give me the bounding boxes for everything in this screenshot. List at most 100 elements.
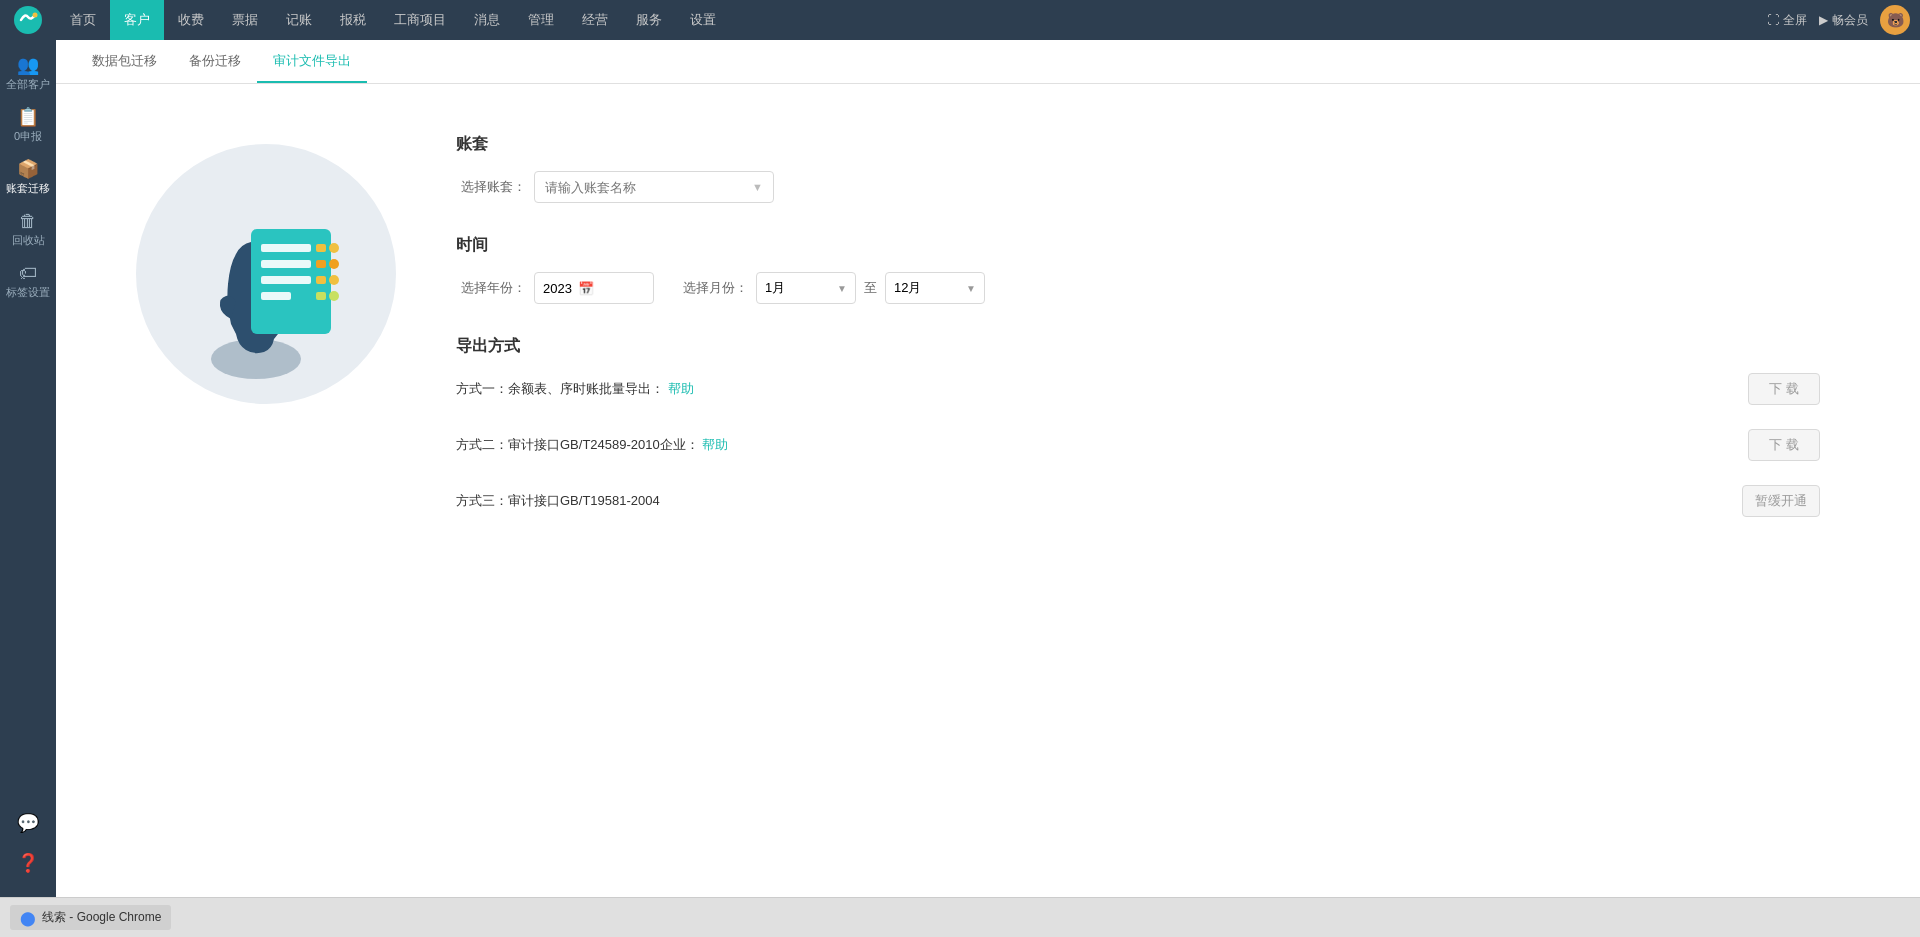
svg-rect-6 bbox=[261, 276, 311, 284]
year-value: 2023 bbox=[543, 281, 572, 296]
month-from-value: 1月 bbox=[765, 279, 785, 297]
export-section-title: 导出方式 bbox=[456, 336, 1820, 357]
export-method-2-label: 方式二：审计接口GB/T24589-2010企业： 帮助 bbox=[456, 436, 1732, 454]
fullscreen-button[interactable]: ⛶ 全屏 bbox=[1767, 12, 1807, 29]
export-method-2-help[interactable]: 帮助 bbox=[702, 437, 728, 452]
svg-rect-11 bbox=[316, 292, 326, 300]
export-method-2-row: 方式二：审计接口GB/T24589-2010企业： 帮助 下 载 bbox=[456, 429, 1820, 461]
video-icon: ▶ bbox=[1819, 13, 1828, 27]
export-method-3-row: 方式三：审计接口GB/T19581-2004 暂缓开通 bbox=[456, 485, 1820, 517]
nav-home[interactable]: 首页 bbox=[56, 0, 110, 40]
month-label: 选择月份： bbox=[678, 279, 748, 297]
svg-rect-8 bbox=[316, 244, 326, 252]
nav-invoice[interactable]: 票据 bbox=[218, 0, 272, 40]
time-select-row: 选择年份： 2023 📅 选择月份： 1月 ▼ 至 12月 ▼ bbox=[456, 272, 1820, 304]
taskbar-chrome-item[interactable]: ⬤ 线索 - Google Chrome bbox=[10, 905, 171, 930]
nav-accounting[interactable]: 记账 bbox=[272, 0, 326, 40]
year-label: 选择年份： bbox=[456, 279, 526, 297]
illustration-circle bbox=[136, 144, 396, 404]
svg-point-13 bbox=[329, 259, 339, 269]
help-icon-button[interactable]: ❓ bbox=[0, 845, 56, 881]
svg-point-1 bbox=[33, 13, 38, 18]
fullscreen-label: 全屏 bbox=[1783, 12, 1807, 29]
nav-manage[interactable]: 管理 bbox=[514, 0, 568, 40]
migration-icon: 📦 bbox=[17, 160, 39, 178]
nav-tax[interactable]: 报税 bbox=[326, 0, 380, 40]
export-method-3-label: 方式三：审计接口GB/T19581-2004 bbox=[456, 492, 1726, 510]
export-method-1-label: 方式一：余额表、序时账批量导出： 帮助 bbox=[456, 380, 1732, 398]
svg-rect-10 bbox=[316, 276, 326, 284]
account-select-row: 选择账套： ▼ bbox=[456, 171, 1820, 203]
sidebar-label-declare: 0申报 bbox=[14, 129, 42, 144]
nav-operation[interactable]: 经营 bbox=[568, 0, 622, 40]
svg-rect-7 bbox=[261, 292, 291, 300]
export-method-1-help[interactable]: 帮助 bbox=[668, 381, 694, 396]
taskbar-chrome-label: 线索 - Google Chrome bbox=[42, 909, 161, 926]
svg-rect-5 bbox=[261, 260, 311, 268]
nav-message[interactable]: 消息 bbox=[460, 0, 514, 40]
nav-customer[interactable]: 客户 bbox=[110, 0, 164, 40]
svg-rect-4 bbox=[261, 244, 311, 252]
sidebar-bottom: 💬 ❓ bbox=[0, 805, 56, 897]
tab-audit-export[interactable]: 审计文件导出 bbox=[257, 40, 367, 83]
content-area: 数据包迁移 备份迁移 审计文件导出 bbox=[56, 40, 1920, 897]
account-section-title: 账套 bbox=[456, 134, 1820, 155]
form-area: 账套 选择账套： ▼ 时间 选择年份： 2023 📅 bbox=[416, 124, 1860, 857]
tabs-bar: 数据包迁移 备份迁移 审计文件导出 bbox=[56, 40, 1920, 84]
sidebar-item-all-customers[interactable]: 👥 全部客户 bbox=[0, 48, 56, 100]
export-method-1-row: 方式一：余额表、序时账批量导出： 帮助 下 载 bbox=[456, 373, 1820, 405]
account-input[interactable]: ▼ bbox=[534, 171, 774, 203]
month-from-select[interactable]: 1月 ▼ bbox=[756, 272, 856, 304]
main-layout: 👥 全部客户 📋 0申报 📦 账套迁移 🗑 回收站 🏷 标签设置 💬 ❓ 数据包… bbox=[0, 40, 1920, 897]
chat-icon-button[interactable]: 💬 bbox=[0, 805, 56, 841]
account-label: 选择账套： bbox=[456, 178, 526, 196]
export-method-3-coming-soon-button[interactable]: 暂缓开通 bbox=[1742, 485, 1820, 517]
sidebar-item-account-migration[interactable]: 📦 账套迁移 bbox=[0, 152, 56, 204]
fullscreen-icon: ⛶ bbox=[1767, 13, 1779, 27]
month-to-arrow: ▼ bbox=[966, 283, 976, 294]
nav-items: 首页 客户 收费 票据 记账 报税 工商项目 消息 管理 经营 服务 设置 bbox=[56, 0, 1767, 40]
customers-icon: 👥 bbox=[17, 56, 39, 74]
export-method-2-download-button[interactable]: 下 载 bbox=[1748, 429, 1820, 461]
svg-point-15 bbox=[329, 291, 339, 301]
sidebar-label-tag: 标签设置 bbox=[6, 285, 50, 300]
illustration-svg bbox=[176, 164, 356, 384]
tag-icon: 🏷 bbox=[19, 264, 37, 282]
year-input[interactable]: 2023 📅 bbox=[534, 272, 654, 304]
month-from-arrow: ▼ bbox=[837, 283, 847, 294]
top-nav-right: ⛶ 全屏 ▶ 畅会员 🐻 bbox=[1767, 5, 1910, 35]
main-content: 账套 选择账套： ▼ 时间 选择年份： 2023 📅 bbox=[56, 84, 1920, 897]
declare-icon: 📋 bbox=[17, 108, 39, 126]
recycle-icon: 🗑 bbox=[19, 212, 37, 230]
nav-settings[interactable]: 设置 bbox=[676, 0, 730, 40]
member-label: 畅会员 bbox=[1832, 12, 1868, 29]
sidebar-label-migration: 账套迁移 bbox=[6, 181, 50, 196]
sidebar: 👥 全部客户 📋 0申报 📦 账套迁移 🗑 回收站 🏷 标签设置 💬 ❓ bbox=[0, 40, 56, 897]
nav-fee[interactable]: 收费 bbox=[164, 0, 218, 40]
account-dropdown-arrow: ▼ bbox=[752, 181, 763, 193]
member-button[interactable]: ▶ 畅会员 bbox=[1819, 12, 1868, 29]
tab-backup-migration[interactable]: 备份迁移 bbox=[173, 40, 257, 83]
calendar-icon: 📅 bbox=[578, 281, 594, 296]
logo[interactable] bbox=[10, 2, 46, 38]
svg-point-12 bbox=[329, 243, 339, 253]
svg-rect-9 bbox=[316, 260, 326, 268]
sidebar-label-recycle: 回收站 bbox=[12, 233, 45, 248]
account-text-input[interactable] bbox=[545, 180, 752, 195]
taskbar: ⬤ 线索 - Google Chrome bbox=[0, 897, 1920, 937]
tab-data-migration[interactable]: 数据包迁移 bbox=[76, 40, 173, 83]
to-text: 至 bbox=[864, 279, 877, 297]
month-to-value: 12月 bbox=[894, 279, 921, 297]
sidebar-item-tag-settings[interactable]: 🏷 标签设置 bbox=[0, 256, 56, 308]
illustration-area bbox=[116, 124, 416, 857]
nav-service[interactable]: 服务 bbox=[622, 0, 676, 40]
top-nav: 首页 客户 收费 票据 记账 报税 工商项目 消息 管理 经营 服务 设置 ⛶ … bbox=[0, 0, 1920, 40]
time-section-title: 时间 bbox=[456, 235, 1820, 256]
sidebar-item-recycle[interactable]: 🗑 回收站 bbox=[0, 204, 56, 256]
export-method-1-download-button[interactable]: 下 载 bbox=[1748, 373, 1820, 405]
sidebar-item-zero-declare[interactable]: 📋 0申报 bbox=[0, 100, 56, 152]
avatar[interactable]: 🐻 bbox=[1880, 5, 1910, 35]
month-to-select[interactable]: 12月 ▼ bbox=[885, 272, 985, 304]
nav-business[interactable]: 工商项目 bbox=[380, 0, 460, 40]
chrome-icon: ⬤ bbox=[20, 910, 36, 926]
